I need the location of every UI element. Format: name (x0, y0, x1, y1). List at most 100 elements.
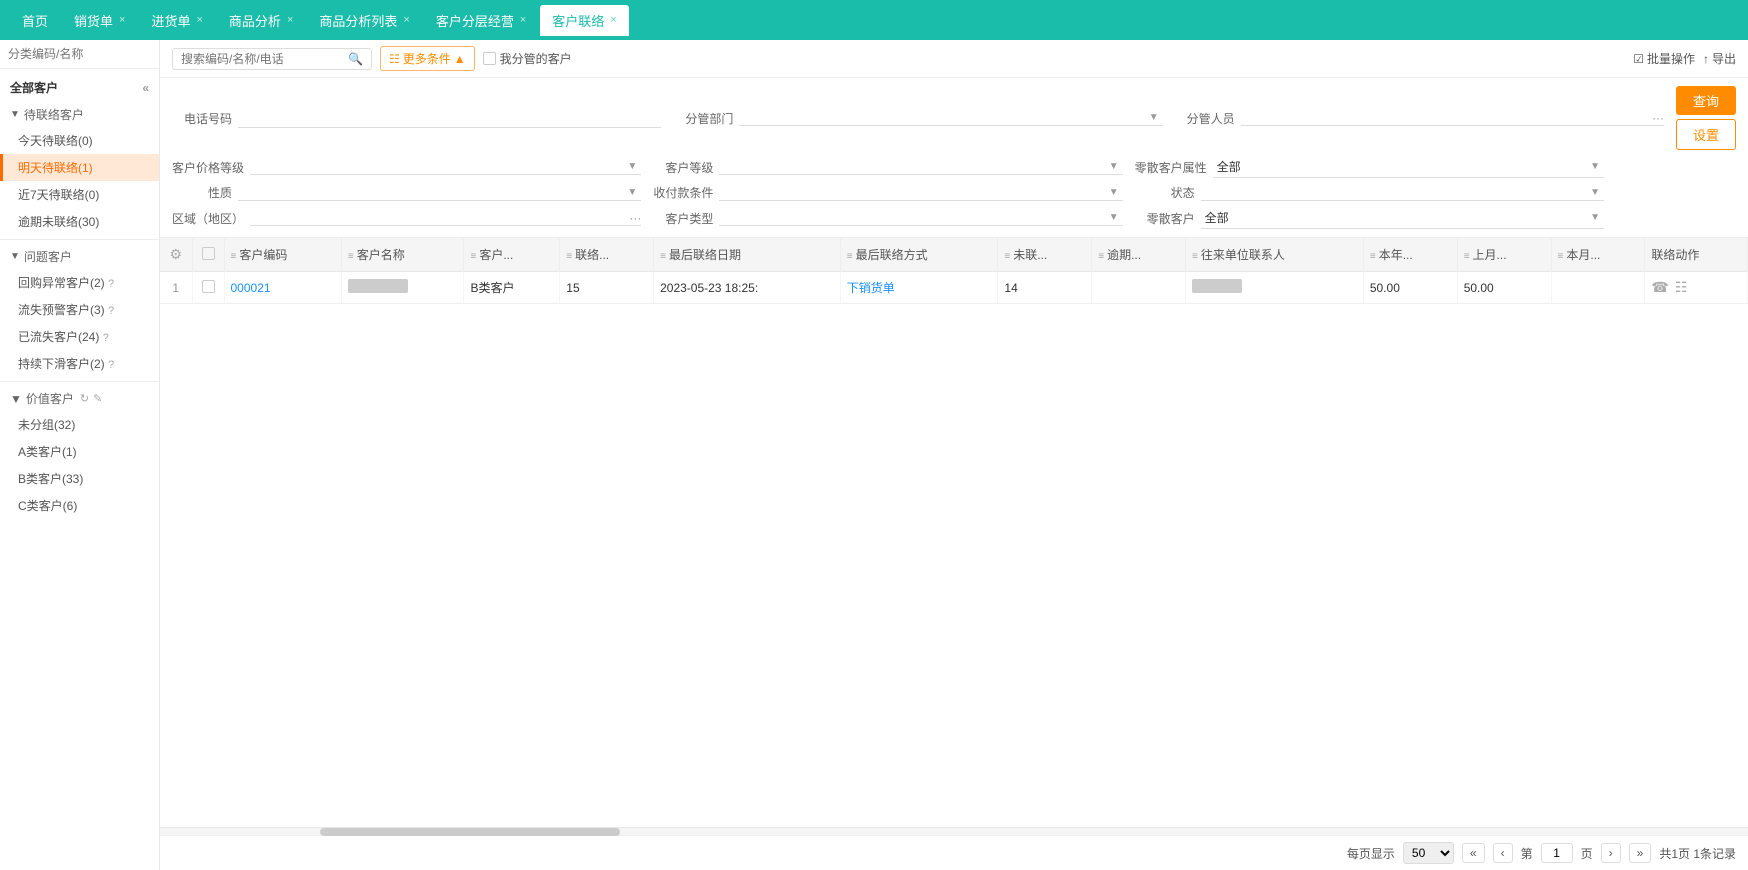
filter-row-3: 性质 ▼ 收付款条件 ▼ 状态 (172, 184, 1736, 201)
filter-retail-customer-select[interactable]: 全部 ▼ (1201, 207, 1604, 229)
table-settings-icon[interactable]: ⚙ (169, 246, 182, 262)
scrollbar-thumb[interactable] (320, 828, 620, 836)
nav-product-analysis-list[interactable]: 商品分析列表 × (307, 5, 421, 36)
last-contact-method-link[interactable]: 下销货单 (847, 281, 895, 295)
filter-customer-level-select[interactable]: ▼ (719, 159, 1122, 175)
more-action-icon[interactable]: ☷ (1675, 279, 1688, 296)
sidebar-item-a-class[interactable]: A类客户(1) (0, 438, 159, 465)
search-box: 🔍 (172, 48, 372, 70)
more-filter-button[interactable]: ☷ 更多条件 ▲ (380, 46, 475, 71)
last-page-button[interactable]: » (1629, 843, 1652, 863)
filter-retail-attr-select[interactable]: 全部 ▼ (1213, 156, 1604, 178)
sidebar-item-b-class[interactable]: B类客户(33) (0, 465, 159, 492)
export-button[interactable]: ↑ 导出 (1703, 50, 1736, 67)
row-uncontacted: 14 (998, 272, 1092, 304)
sidebar-item-repurchase-abnormal[interactable]: 回购异常客户(2) ? (0, 269, 159, 296)
sidebar-item-today-pending[interactable]: 今天待联络(0) (0, 127, 159, 154)
first-page-button[interactable]: « (1462, 843, 1485, 863)
query-button[interactable]: 查询 (1676, 86, 1736, 115)
close-customer-tier-icon[interactable]: × (520, 14, 526, 26)
filter-phone-input[interactable] (238, 109, 661, 128)
sidebar-item-overdue-contact[interactable]: 逾期未联络(30) (0, 208, 159, 235)
sidebar-item-declining[interactable]: 持续下滑客户(2) ? (0, 350, 159, 377)
table-container: ⚙ ≡客户编码 ≡客户名称 ≡客户... ≡联络... ≡最后联络日期 ≡最后联… (160, 238, 1748, 827)
row-this-month (1551, 272, 1645, 304)
horizontal-scrollbar[interactable] (160, 827, 1748, 835)
col-header-action: 联络动作 (1645, 238, 1748, 272)
sidebar-group-problem[interactable]: ▼ 问题客户 (0, 244, 159, 269)
my-customers-checkbox[interactable] (483, 52, 496, 65)
filter-customer-level-label: 客户等级 (653, 159, 713, 176)
sidebar-item-churned[interactable]: 已流失客户(24) ? (0, 323, 159, 350)
page-size-label: 每页显示 (1347, 845, 1395, 862)
filter-status-label: 状态 (1135, 184, 1195, 201)
filter-nature-select[interactable]: ▼ (238, 185, 641, 201)
close-purchase-order-icon[interactable]: × (196, 14, 202, 26)
nav-customer-tier[interactable]: 客户分层经营 × (424, 5, 538, 36)
customer-code-link[interactable]: 000021 (231, 281, 271, 295)
close-sales-order-icon[interactable]: × (119, 14, 125, 26)
filter-region-dots[interactable]: ··· (629, 211, 641, 225)
sidebar-item-tomorrow-pending[interactable]: 明天待联络(1) (0, 154, 159, 181)
filter-region: 区域（地区） ··· (172, 210, 641, 227)
filter-manager-label: 分管人员 (1175, 110, 1235, 127)
filter-status-select[interactable]: ▼ (1201, 185, 1604, 201)
close-product-analysis-list-icon[interactable]: × (403, 14, 409, 26)
filter-price-level-select[interactable]: ▼ (250, 159, 641, 175)
page-number-input[interactable] (1541, 843, 1573, 863)
customer-name-masked (348, 279, 408, 293)
sidebar-item-week-pending[interactable]: 近7天待联络(0) (0, 181, 159, 208)
filter-panel: 电话号码 分管部门 ▼ 分管人员 ··· 查询 (160, 78, 1748, 238)
search-button-icon[interactable]: 🔍 (348, 52, 363, 66)
prev-page-button[interactable]: ‹ (1493, 843, 1513, 863)
close-product-analysis-icon[interactable]: × (287, 14, 293, 26)
filter-nature-label: 性质 (172, 184, 232, 201)
sidebar-all-customers[interactable]: 全部客户 « (0, 73, 159, 102)
sidebar-item-churn-warning[interactable]: 流失预警客户(3) ? (0, 296, 159, 323)
filter-customer-type-select[interactable]: ▼ (719, 210, 1122, 226)
filter-customer-type: 客户类型 ▼ (653, 210, 1122, 227)
sidebar-group-value[interactable]: ▼ 价值客户 ↻ ✎ (0, 386, 159, 411)
filter-payment-terms: 收付款条件 ▼ (653, 184, 1122, 201)
batch-operation-button[interactable]: ☑ 批量操作 (1633, 50, 1695, 67)
filter-retail-attr-label: 零散客户属性 (1135, 159, 1207, 176)
row-last-month: 50.00 (1457, 272, 1551, 304)
col-header-this-year: ≡本年... (1363, 238, 1457, 272)
page-label: 第 (1521, 845, 1533, 862)
filter-payment-terms-select[interactable]: ▼ (719, 185, 1122, 201)
filter-manager-dots[interactable]: ··· (1652, 111, 1664, 125)
col-header-this-month: ≡本月... (1551, 238, 1645, 272)
total-records-label: 共1页 1条记录 (1659, 845, 1736, 862)
sidebar-group-pending[interactable]: ▼ 待联络客户 (0, 102, 159, 127)
nav-home[interactable]: 首页 (10, 5, 60, 36)
col-header-last-date: ≡最后联络日期 (654, 238, 841, 272)
filter-customer-type-arrow-icon: ▼ (1109, 212, 1119, 223)
nav-customer-contact[interactable]: 客户联络 × (540, 5, 628, 36)
sidebar-item-c-class[interactable]: C类客户(6) (0, 492, 159, 519)
nav-product-analysis[interactable]: 商品分析 × (217, 5, 305, 36)
next-page-button[interactable]: › (1601, 843, 1621, 863)
contact-action-icon[interactable]: ☎ (1651, 279, 1668, 296)
nav-purchase-order[interactable]: 进货单 × (139, 5, 214, 36)
filter-payment-terms-arrow-icon: ▼ (1109, 187, 1119, 198)
refresh-icon[interactable]: ↻ (80, 392, 89, 405)
edit-value-icon[interactable]: ✎ (93, 392, 102, 405)
col-header-type: ≡客户... (464, 238, 560, 272)
row-checkbox[interactable] (202, 280, 215, 293)
page-size-select[interactable]: 50 100 200 (1403, 842, 1454, 864)
sidebar-search-area: 🔍 (0, 40, 159, 69)
table-header-checkbox[interactable] (202, 247, 215, 260)
sidebar-search-input[interactable] (8, 47, 160, 61)
filter-dept-select[interactable]: ▼ (739, 110, 1162, 126)
action-icons-group: ☎ ☷ (1651, 279, 1741, 296)
filter-region-label: 区域（地区） (172, 210, 244, 227)
close-customer-contact-icon[interactable]: × (610, 14, 616, 26)
my-customers-checkbox-area[interactable]: 我分管的客户 (483, 50, 572, 67)
filter-icon: ☷ (389, 52, 400, 66)
search-input[interactable] (181, 52, 344, 66)
filter-dept-arrow-icon: ▼ (1149, 112, 1159, 123)
nav-sales-order[interactable]: 销货单 × (62, 5, 137, 36)
sidebar-item-ungrouped[interactable]: 未分组(32) (0, 411, 159, 438)
settings-button[interactable]: 设置 (1676, 119, 1736, 150)
content-area: 🔍 ☷ 更多条件 ▲ 我分管的客户 ☑ 批量操作 ↑ 导出 (160, 40, 1748, 870)
